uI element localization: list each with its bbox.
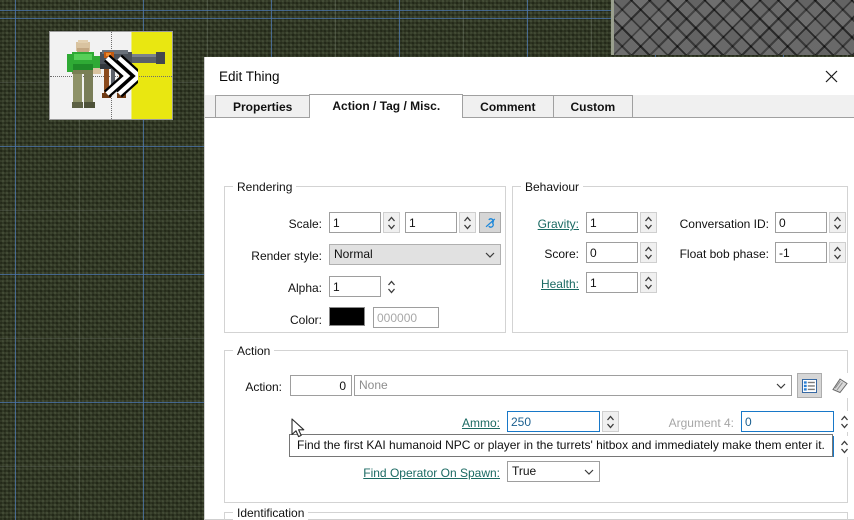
behaviour-group: Behaviour Gravity: Score: Health: Conver… [512,180,848,333]
find-operator-tooltip: Find the first KAI humanoid NPC or playe… [289,434,833,457]
action-number-input[interactable] [290,375,352,396]
tab-properties[interactable]: Properties [215,95,311,117]
alpha-input[interactable] [329,276,381,297]
close-icon[interactable] [808,57,854,95]
arg-spinner-argument-5[interactable] [836,436,853,457]
action-legend: Action [233,344,275,358]
tabpage-action-tag-misc: Rendering Scale: Render style: [206,156,854,520]
action-select[interactable]: None [354,375,792,396]
chevron-down-icon [776,376,786,395]
tab-comment[interactable]: Comment [462,95,554,117]
identification-group: Identification Tag: 0 New Unused [224,506,848,520]
scale-label: Scale: [288,217,322,231]
action-group: Action Action: None [224,344,853,503]
thing-angle-arrow-marker [103,54,138,98]
gravity-label[interactable]: Gravity: [519,217,579,231]
arg-label-ammo[interactable]: Ammo: [345,416,500,430]
float-bob-phase-input[interactable] [775,242,827,263]
dialog-tabstrip: Properties Action / Tag / Misc. Comment … [205,94,854,118]
action-info-book-icon[interactable] [827,373,852,398]
float-bob-phase-label: Float bob phase: [679,247,769,261]
color-hex-input[interactable] [373,307,439,328]
arg-label-argument-4: Argument 4: [668,416,734,430]
screen: Edit Thing Properties Action / Tag / Mis… [0,0,854,520]
tab-action-tag-misc[interactable]: Action / Tag / Misc. [309,94,464,118]
arg-label-find-operator-on-spawn[interactable]: Find Operator On Spawn: [291,466,500,480]
action-select-value: None [359,378,388,392]
conversation-id-spinner[interactable] [829,212,846,233]
color-label: Color: [289,313,322,327]
chain-link-icon[interactable] [479,212,501,233]
selected-thing-sprite-box[interactable] [49,31,173,120]
gravity-input[interactable] [586,212,638,233]
tab-custom[interactable]: Custom [552,95,634,117]
health-input[interactable] [586,272,638,293]
scale-x-spinner[interactable] [383,212,400,233]
find-operator-on-spawn-value: True [512,464,537,478]
scale-y-input[interactable] [405,212,457,233]
dialog-titlebar[interactable]: Edit Thing [205,57,854,95]
rendering-group: Rendering Scale: Render style: [224,180,506,333]
render-style-select[interactable]: Normal [329,244,501,265]
chevron-down-icon [485,245,495,264]
health-spinner[interactable] [640,272,657,293]
dialog-title: Edit Thing [219,68,280,84]
arg-input-argument-4[interactable] [741,411,834,432]
action-label: Action: [245,380,282,394]
score-label: Score: [544,247,579,261]
conversation-id-label: Conversation ID: [679,217,769,231]
identification-legend: Identification [233,506,309,520]
alpha-spinner[interactable] [383,276,400,297]
color-swatch[interactable] [329,307,365,326]
score-input[interactable] [586,242,638,263]
render-style-label: Render style: [251,249,322,263]
arg-spinner-argument-4[interactable] [836,411,853,432]
arg-input-ammo[interactable] [507,411,600,432]
render-style-value: Normal [334,247,373,261]
action-browse-icon[interactable] [797,373,822,398]
behaviour-legend: Behaviour [521,180,584,194]
alpha-label: Alpha: [287,281,322,295]
rendering-legend: Rendering [233,180,297,194]
arg-spinner-ammo[interactable] [602,411,619,432]
float-bob-phase-spinner[interactable] [829,242,846,263]
score-spinner[interactable] [640,242,657,263]
conversation-id-input[interactable] [775,212,827,233]
map-sector-edge-line [611,0,614,55]
scale-x-input[interactable] [329,212,381,233]
scale-y-spinner[interactable] [459,212,476,233]
health-label[interactable]: Health: [519,277,579,291]
find-operator-on-spawn-select[interactable]: True [507,461,600,482]
gravity-spinner[interactable] [640,212,657,233]
map-stone-sector-texture [611,0,854,55]
chevron-down-icon [584,462,594,481]
